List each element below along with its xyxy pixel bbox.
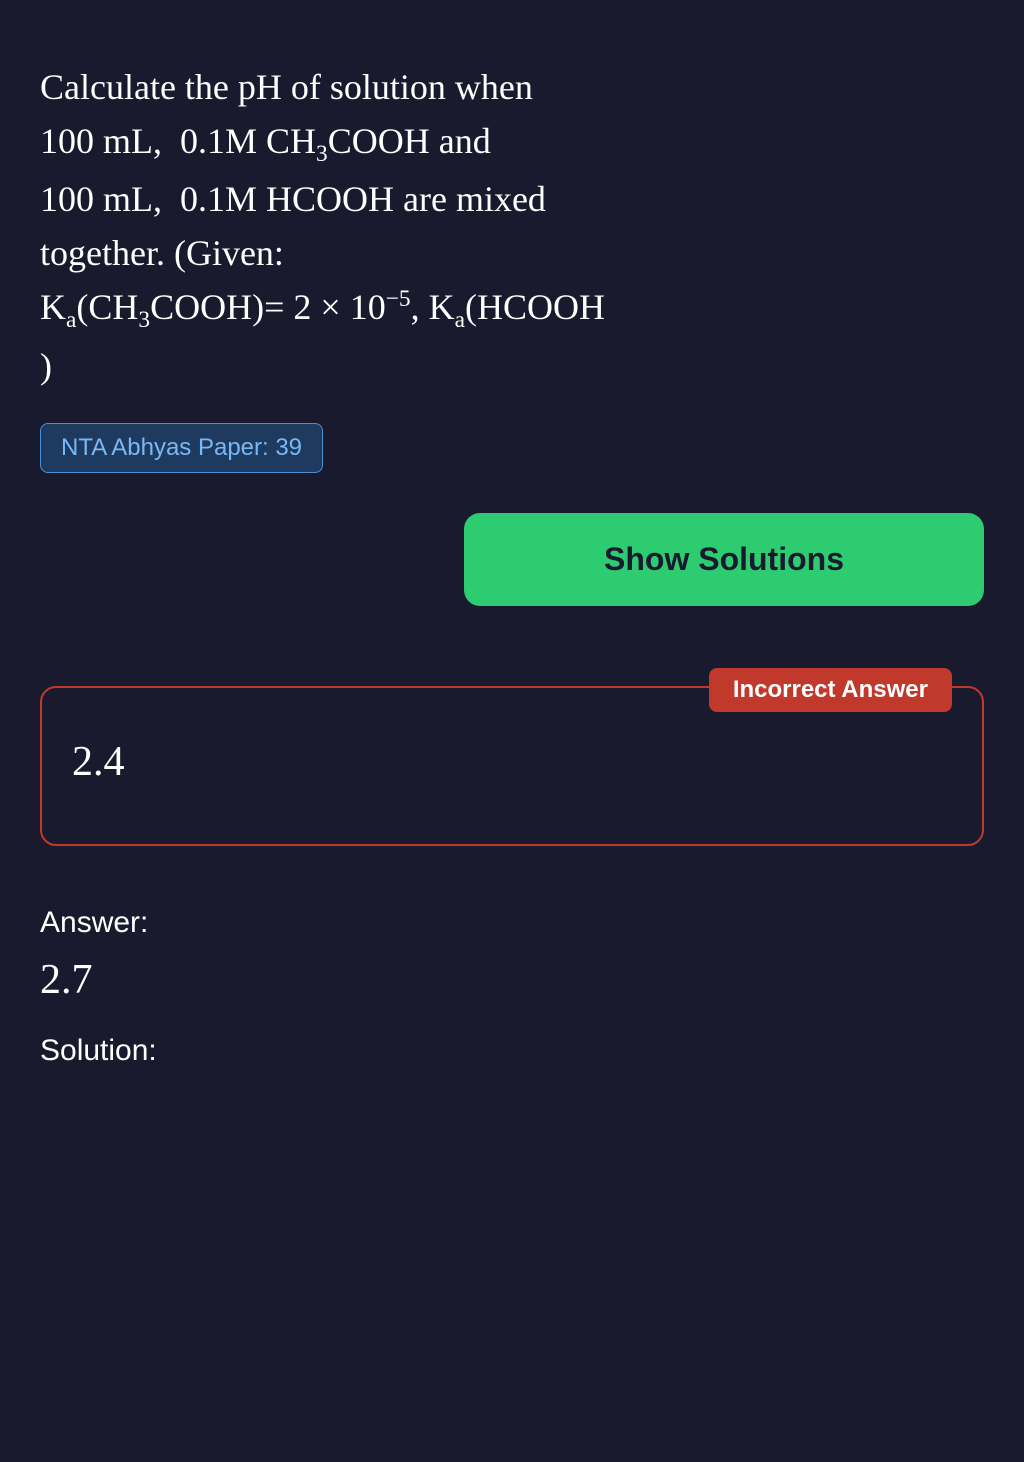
show-solutions-label: Show Solutions <box>604 541 844 577</box>
source-tag: NTA Abhyas Paper: 39 <box>40 423 323 473</box>
correct-answer-value: 2.7 <box>40 956 984 1004</box>
incorrect-badge-label: Incorrect Answer <box>733 676 928 703</box>
question-text: Calculate the pH of solution when 100 mL… <box>40 60 984 393</box>
user-answer-value: 2.4 <box>72 718 952 786</box>
solution-label: Solution: <box>40 1034 984 1068</box>
answer-section: Answer: 2.7 <box>40 906 984 1004</box>
solution-section: Solution: <box>40 1034 984 1068</box>
user-answer-box: Incorrect Answer 2.4 <box>40 686 984 846</box>
question-container: Calculate the pH of solution when 100 mL… <box>40 40 984 1088</box>
answer-label: Answer: <box>40 906 984 940</box>
incorrect-badge: Incorrect Answer <box>709 668 952 712</box>
show-solutions-button[interactable]: Show Solutions <box>464 513 984 606</box>
question-intro: Calculate the pH of solution when <box>40 67 533 107</box>
source-tag-label: NTA Abhyas Paper: 39 <box>61 434 302 461</box>
